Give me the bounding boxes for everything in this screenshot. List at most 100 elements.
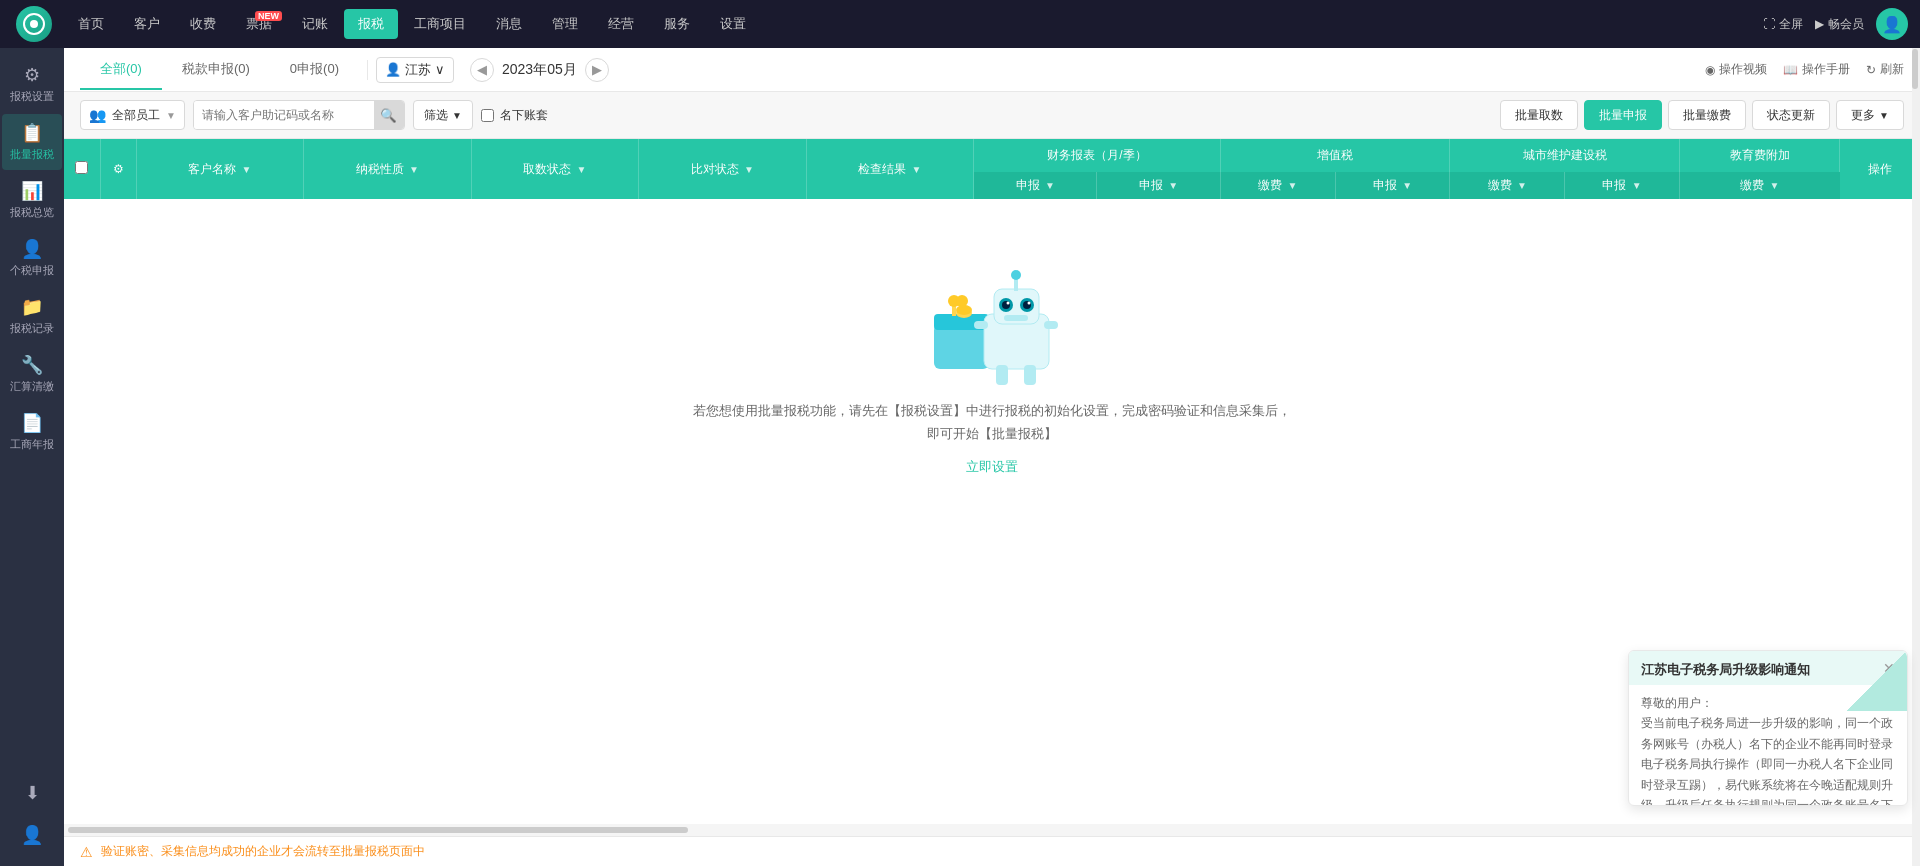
sort-icon[interactable]: ▼	[911, 164, 921, 175]
sort-icon[interactable]: ▼	[409, 164, 419, 175]
th-edu-pay: 缴费 ▼	[1679, 172, 1839, 199]
prev-month-button[interactable]: ◀	[470, 58, 494, 82]
nav-item-service[interactable]: 服务	[650, 9, 704, 39]
batch-submit-button[interactable]: 批量申报	[1584, 100, 1662, 130]
svg-point-7	[956, 305, 972, 315]
filter-button[interactable]: 筛选 ▼	[413, 100, 473, 130]
operation-manual-button[interactable]: 📖 操作手册	[1783, 61, 1850, 78]
nav-item-tax[interactable]: 报税	[344, 9, 398, 39]
sidebar-item-settlement[interactable]: 🔧 汇算清缴	[2, 346, 62, 402]
nav-item-business[interactable]: 工商项目	[400, 9, 480, 39]
nav-item-bookkeeping[interactable]: 记账	[288, 9, 342, 39]
more-button[interactable]: 更多 ▼	[1836, 100, 1904, 130]
sort-icon[interactable]: ▼	[744, 164, 754, 175]
tab-divider	[367, 60, 368, 80]
sort-icon[interactable]: ▼	[1517, 180, 1527, 191]
nav-right: ⛶ 全屏 ▶ 畅会员 👤	[1763, 8, 1908, 40]
sidebar-item-tax-overview[interactable]: 📊 报税总览	[2, 172, 62, 228]
nav-item-management[interactable]: 管理	[538, 9, 592, 39]
nav-item-fee[interactable]: 收费	[176, 9, 230, 39]
th-gear: ⚙	[100, 139, 136, 199]
batch-fetch-button[interactable]: 批量取数	[1500, 100, 1578, 130]
current-month: 2023年05月	[502, 61, 577, 79]
sidebar-item-tax-settings[interactable]: ⚙ 报税设置	[2, 56, 62, 112]
th-check-result: 检查结果 ▼	[806, 139, 974, 199]
sidebar-item-tax-record[interactable]: 📁 报税记录	[2, 288, 62, 344]
sort-icon[interactable]: ▼	[241, 164, 251, 175]
sort-icon[interactable]: ▼	[1045, 180, 1055, 191]
nav-item-message[interactable]: 消息	[482, 9, 536, 39]
scroll-thumb[interactable]	[68, 827, 688, 833]
select-all-checkbox[interactable]	[75, 161, 88, 174]
batch-pay-button[interactable]: 批量缴费	[1668, 100, 1746, 130]
tab-zero-declaration[interactable]: 0申报(0)	[270, 50, 359, 90]
horizontal-scrollbar[interactable]	[64, 824, 1920, 836]
nav-item-settings[interactable]: 设置	[706, 9, 760, 39]
nav-item-invoice[interactable]: 票据 NEW	[232, 9, 286, 39]
th-edu-declare: 申报 ▼	[1565, 172, 1680, 199]
svg-rect-18	[1004, 315, 1028, 321]
empty-state-row: 若您想使用批量报税功能，请先在【报税设置】中进行报税的初始化设置，完成密码验证和…	[64, 199, 1920, 536]
name-tag-checkbox[interactable]	[481, 109, 494, 122]
robot-illustration	[922, 259, 1062, 399]
employee-select[interactable]: 👥 全部员工 ▼	[80, 100, 185, 130]
nav-item-home[interactable]: 首页	[64, 9, 118, 39]
tab-tax-declaration[interactable]: 税款申报(0)	[162, 50, 270, 90]
province-select[interactable]: 👤 江苏 ∨	[376, 57, 454, 83]
sort-icon[interactable]: ▼	[1402, 180, 1412, 191]
th-compare-status: 比对状态 ▼	[639, 139, 807, 199]
empty-state: 若您想使用批量报税功能，请先在【报税设置】中进行报税的初始化设置，完成密码验证和…	[64, 199, 1920, 536]
avatar[interactable]: 👤	[1876, 8, 1908, 40]
setup-link[interactable]: 立即设置	[966, 458, 1018, 476]
operation-video-button[interactable]: ◉ 操作视频	[1705, 61, 1767, 78]
nav-item-customer[interactable]: 客户	[120, 9, 174, 39]
th-city-declare: 申报 ▼	[1335, 172, 1450, 199]
sort-icon[interactable]: ▼	[1770, 180, 1780, 191]
sidebar-item-annual-report[interactable]: 📄 工商年报	[2, 404, 62, 460]
th-fetch-status: 取数状态 ▼	[471, 139, 639, 199]
svg-rect-19	[974, 321, 988, 329]
fullscreen-button[interactable]: ⛶ 全屏	[1763, 16, 1803, 33]
name-tag-checkbox-label[interactable]: 名下账套	[481, 107, 548, 124]
svg-rect-21	[996, 365, 1008, 385]
sidebar-user[interactable]: 👤	[2, 816, 62, 854]
sort-icon[interactable]: ▼	[1632, 180, 1642, 191]
chevron-down-icon: ▼	[166, 110, 176, 121]
empty-description: 若您想使用批量报税功能，请先在【报税设置】中进行报税的初始化设置，完成密码验证和…	[692, 399, 1292, 446]
status-update-button[interactable]: 状态更新	[1752, 100, 1830, 130]
refresh-button[interactable]: ↻ 刷新	[1866, 61, 1904, 78]
app-logo[interactable]	[12, 2, 56, 46]
filter-arrow-icon: ▼	[452, 110, 462, 121]
next-month-button[interactable]: ▶	[585, 58, 609, 82]
sidebar-download[interactable]: ⬇	[2, 774, 62, 812]
svg-rect-20	[1044, 321, 1058, 329]
tab-bar: 全部(0) 税款申报(0) 0申报(0) 👤 江苏 ∨ ◀ 2023年05月 ▶…	[64, 48, 1920, 92]
th-tax-type: 纳税性质 ▼	[304, 139, 472, 199]
member-button[interactable]: ▶ 畅会员	[1815, 16, 1864, 33]
th-financial-declare: 申报 ▼	[974, 172, 1097, 199]
sidebar-item-personal-tax[interactable]: 👤 个税申报	[2, 230, 62, 286]
sidebar-item-batch-tax[interactable]: 📋 批量报税	[2, 114, 62, 170]
gear-icon[interactable]: ⚙	[113, 162, 124, 176]
manual-icon: 📖	[1783, 63, 1798, 77]
th-checkbox	[64, 139, 100, 199]
svg-rect-0	[934, 324, 989, 369]
sort-icon[interactable]: ▼	[1168, 180, 1178, 191]
th-operation: 操作	[1840, 139, 1920, 199]
tab-all[interactable]: 全部(0)	[80, 50, 162, 90]
nav-item-operation[interactable]: 经营	[594, 9, 648, 39]
vertical-scrollbar-thumb[interactable]	[1912, 49, 1918, 89]
month-navigation: ◀ 2023年05月 ▶	[470, 58, 609, 82]
top-navigation: 首页 客户 收费 票据 NEW 记账 报税 工商项目 消息 管理 经营 服务 设…	[0, 0, 1920, 48]
notification-panel: 江苏电子税务局升级影响通知 ✕ 尊敬的用户： 受当前电子税务局进一步升级的影响，…	[1628, 650, 1908, 806]
sort-icon[interactable]: ▼	[576, 164, 586, 175]
vertical-scrollbar-track[interactable]	[1912, 48, 1920, 866]
svg-rect-22	[1024, 365, 1036, 385]
status-bar: ⚠ 验证账密、采集信息均成功的企业才会流转至批量报税页面中	[64, 836, 1920, 866]
sort-icon[interactable]: ▼	[1287, 180, 1297, 191]
search-button[interactable]: 🔍	[374, 100, 404, 130]
th-customer-name: 客户名称 ▼	[136, 139, 304, 199]
search-input[interactable]	[194, 101, 374, 129]
employee-icon: 👥	[89, 107, 106, 123]
toolbar-actions: 批量取数 批量申报 批量缴费 状态更新 更多 ▼	[1500, 100, 1904, 130]
